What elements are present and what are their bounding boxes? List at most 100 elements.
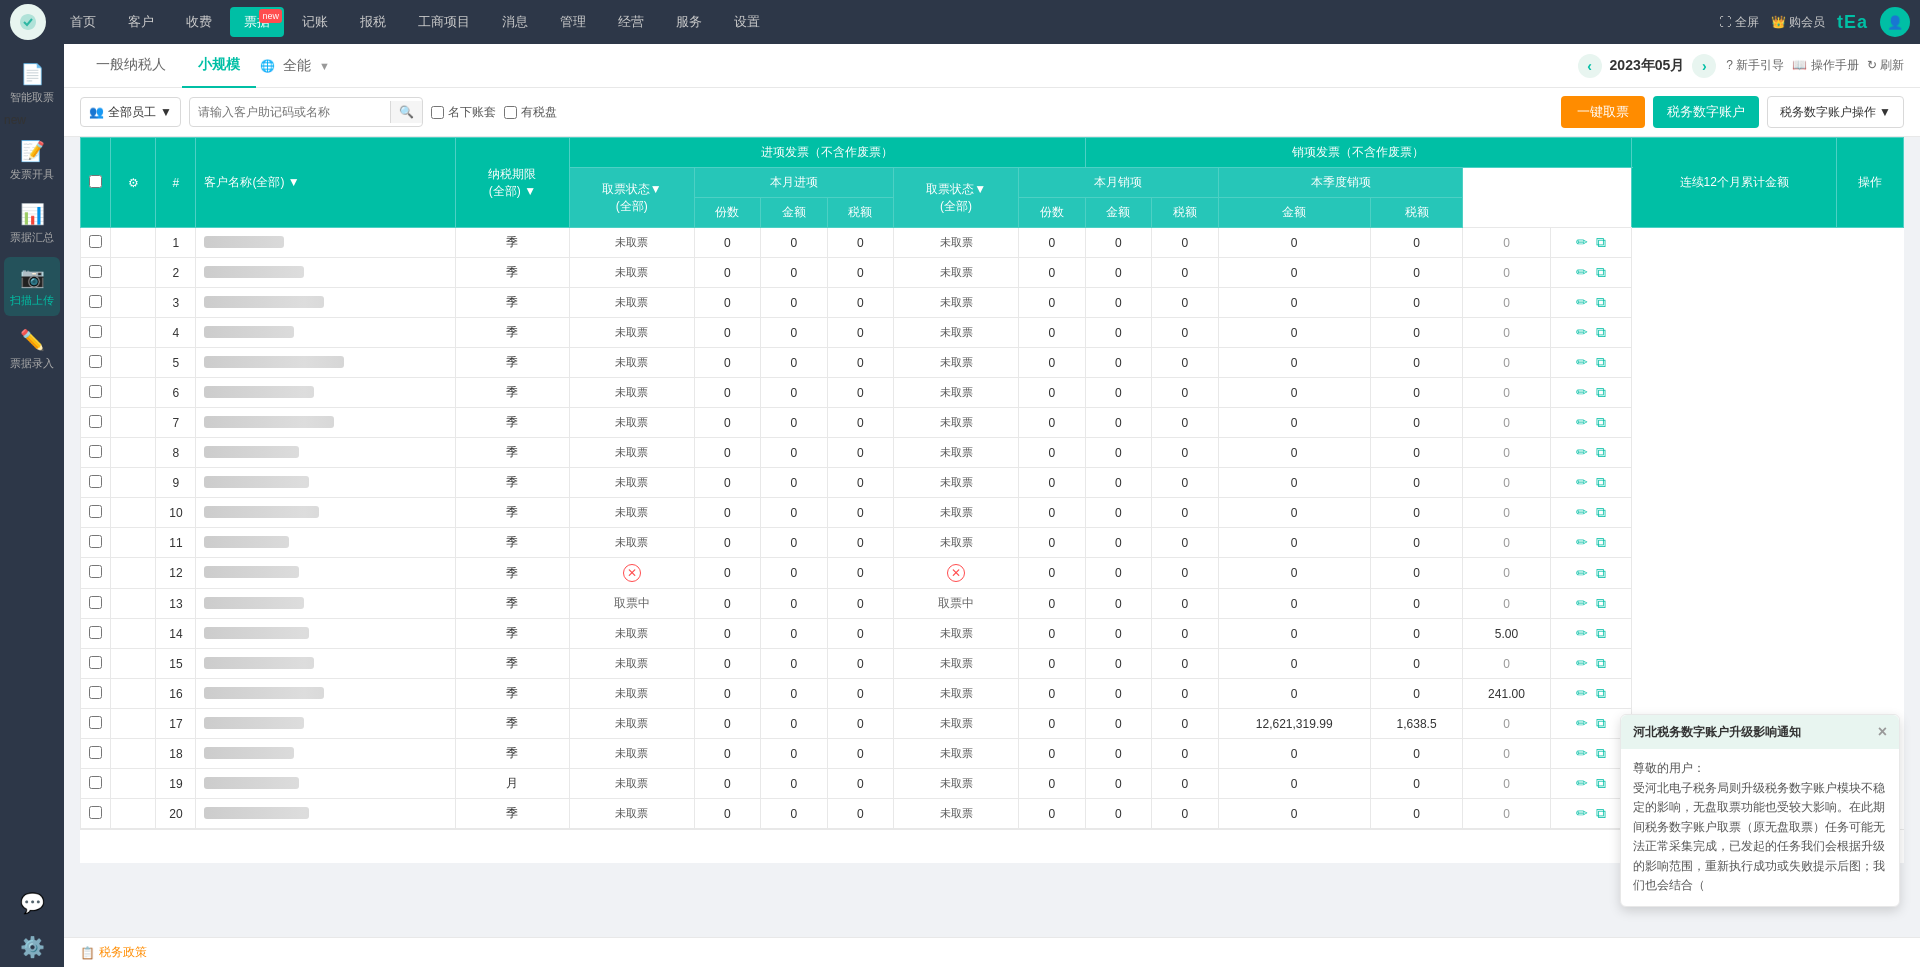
row-checkbox[interactable] <box>89 505 102 518</box>
row-copy-btn[interactable]: ⧉ <box>1596 655 1606 671</box>
th-tax-period[interactable]: 纳税期限(全部) ▼ <box>456 138 570 228</box>
nav-operation[interactable]: 经营 <box>604 7 658 37</box>
tax-digital-btn[interactable]: 税务数字账户 <box>1653 96 1759 128</box>
row-edit-btn[interactable]: ✏ <box>1576 534 1588 550</box>
row-checkbox[interactable] <box>89 355 102 368</box>
sidebar-item-scan[interactable]: 📷 扫描上传 <box>4 257 60 316</box>
row-copy-btn[interactable]: ⧉ <box>1596 805 1606 821</box>
row-copy-btn[interactable]: ⧉ <box>1596 324 1606 340</box>
nav-bookkeeping[interactable]: 记账 <box>288 7 342 37</box>
row-edit-btn[interactable]: ✏ <box>1576 324 1588 340</box>
sidebar-item-gear[interactable]: ⚙️ <box>4 927 60 967</box>
row-checkbox[interactable] <box>89 686 102 699</box>
row-edit-btn[interactable]: ✏ <box>1576 685 1588 701</box>
row-checkbox[interactable] <box>89 475 102 488</box>
search-input[interactable] <box>190 101 390 123</box>
employee-select[interactable]: 👥 全部员工 ▼ <box>80 97 181 127</box>
row-edit-btn[interactable]: ✏ <box>1576 414 1588 430</box>
nav-customer[interactable]: 客户 <box>114 7 168 37</box>
tab-general-taxpayer[interactable]: 一般纳税人 <box>80 44 182 88</box>
row-checkbox[interactable] <box>89 656 102 669</box>
sidebar-item-invoice-open[interactable]: 📝 发票开具 <box>4 131 60 190</box>
row-checkbox[interactable] <box>89 776 102 789</box>
row-edit-btn[interactable]: ✏ <box>1576 595 1588 611</box>
row-copy-btn[interactable]: ⧉ <box>1596 715 1606 731</box>
row-edit-btn[interactable]: ✏ <box>1576 384 1588 400</box>
manual-btn[interactable]: 📖 操作手册 <box>1792 57 1858 74</box>
vip-btn[interactable]: 👑 购会员 <box>1771 14 1825 31</box>
sidebar-item-ticket-entry[interactable]: ✏️ 票据录入 <box>4 320 60 379</box>
sidebar-item-chat[interactable]: 💬 <box>4 883 60 923</box>
row-edit-btn[interactable]: ✏ <box>1576 444 1588 460</box>
nav-fee[interactable]: 收费 <box>172 7 226 37</box>
row-checkbox[interactable] <box>89 265 102 278</box>
row-checkbox[interactable] <box>89 385 102 398</box>
row-copy-btn[interactable]: ⧉ <box>1596 685 1606 701</box>
nav-manage[interactable]: 管理 <box>546 7 600 37</box>
row-edit-btn[interactable]: ✏ <box>1576 474 1588 490</box>
nav-message[interactable]: 消息 <box>488 7 542 37</box>
period-next-btn[interactable]: › <box>1692 54 1716 78</box>
row-checkbox[interactable] <box>89 295 102 308</box>
row-copy-btn[interactable]: ⧉ <box>1596 294 1606 310</box>
row-checkbox[interactable] <box>89 445 102 458</box>
user-avatar[interactable]: 👤 <box>1880 7 1910 37</box>
row-edit-btn[interactable]: ✏ <box>1576 625 1588 641</box>
row-copy-btn[interactable]: ⧉ <box>1596 264 1606 280</box>
row-copy-btn[interactable]: ⧉ <box>1596 234 1606 250</box>
nav-invoice[interactable]: 票据 new <box>230 7 284 37</box>
row-checkbox[interactable] <box>89 626 102 639</box>
notification-close-btn[interactable]: × <box>1878 723 1887 741</box>
row-copy-btn[interactable]: ⧉ <box>1596 504 1606 520</box>
row-edit-btn[interactable]: ✏ <box>1576 745 1588 761</box>
row-edit-btn[interactable]: ✏ <box>1576 715 1588 731</box>
search-button[interactable]: 🔍 <box>390 101 422 123</box>
row-edit-btn[interactable]: ✏ <box>1576 234 1588 250</box>
th-in-status[interactable]: 取票状态▼(全部) <box>569 168 694 228</box>
row-edit-btn[interactable]: ✏ <box>1576 294 1588 310</box>
row-copy-btn[interactable]: ⧉ <box>1596 775 1606 791</box>
row-copy-btn[interactable]: ⧉ <box>1596 444 1606 460</box>
tax-policy-link[interactable]: 📋 税务政策 <box>80 944 147 961</box>
nav-tax[interactable]: 报税 <box>346 7 400 37</box>
row-copy-btn[interactable]: ⧉ <box>1596 534 1606 550</box>
row-checkbox[interactable] <box>89 806 102 819</box>
row-edit-btn[interactable]: ✏ <box>1576 805 1588 821</box>
row-checkbox[interactable] <box>89 746 102 759</box>
new-guide-btn[interactable]: ? 新手引导 <box>1726 57 1784 74</box>
row-edit-btn[interactable]: ✏ <box>1576 264 1588 280</box>
row-edit-btn[interactable]: ✏ <box>1576 504 1588 520</box>
has-tax-checkbox[interactable] <box>504 106 517 119</box>
underledger-checkbox-wrap[interactable]: 名下账套 <box>431 104 496 121</box>
row-checkbox[interactable] <box>89 535 102 548</box>
th-customer-name[interactable]: 客户名称(全部) ▼ <box>196 138 456 228</box>
nav-business[interactable]: 工商项目 <box>404 7 484 37</box>
row-edit-btn[interactable]: ✏ <box>1576 565 1588 581</box>
row-copy-btn[interactable]: ⧉ <box>1596 595 1606 611</box>
select-all-checkbox[interactable] <box>89 175 102 188</box>
sidebar-item-invoice-summary[interactable]: 📊 票据汇总 <box>4 194 60 253</box>
row-copy-btn[interactable]: ⧉ <box>1596 354 1606 370</box>
row-copy-btn[interactable]: ⧉ <box>1596 384 1606 400</box>
row-copy-btn[interactable]: ⧉ <box>1596 414 1606 430</box>
row-checkbox[interactable] <box>89 415 102 428</box>
nav-service[interactable]: 服务 <box>662 7 716 37</box>
tab-all-capable[interactable]: 🌐 全能 ▼ <box>256 57 330 75</box>
has-tax-checkbox-wrap[interactable]: 有税盘 <box>504 104 557 121</box>
row-copy-btn[interactable]: ⧉ <box>1596 474 1606 490</box>
row-checkbox[interactable] <box>89 235 102 248</box>
underledger-checkbox[interactable] <box>431 106 444 119</box>
refresh-btn[interactable]: ↻ 刷新 <box>1867 57 1904 74</box>
nav-home[interactable]: 首页 <box>56 7 110 37</box>
row-checkbox[interactable] <box>89 716 102 729</box>
period-prev-btn[interactable]: ‹ <box>1578 54 1602 78</box>
tax-digital-ops-btn[interactable]: 税务数字账户操作 ▼ <box>1767 96 1904 128</box>
one-key-ticket-btn[interactable]: 一键取票 <box>1561 96 1645 128</box>
row-checkbox[interactable] <box>89 565 102 578</box>
row-copy-btn[interactable]: ⧉ <box>1596 565 1606 581</box>
row-checkbox[interactable] <box>89 596 102 609</box>
row-checkbox[interactable] <box>89 325 102 338</box>
row-edit-btn[interactable]: ✏ <box>1576 775 1588 791</box>
row-edit-btn[interactable]: ✏ <box>1576 655 1588 671</box>
tab-small-scale[interactable]: 小规模 <box>182 44 256 88</box>
